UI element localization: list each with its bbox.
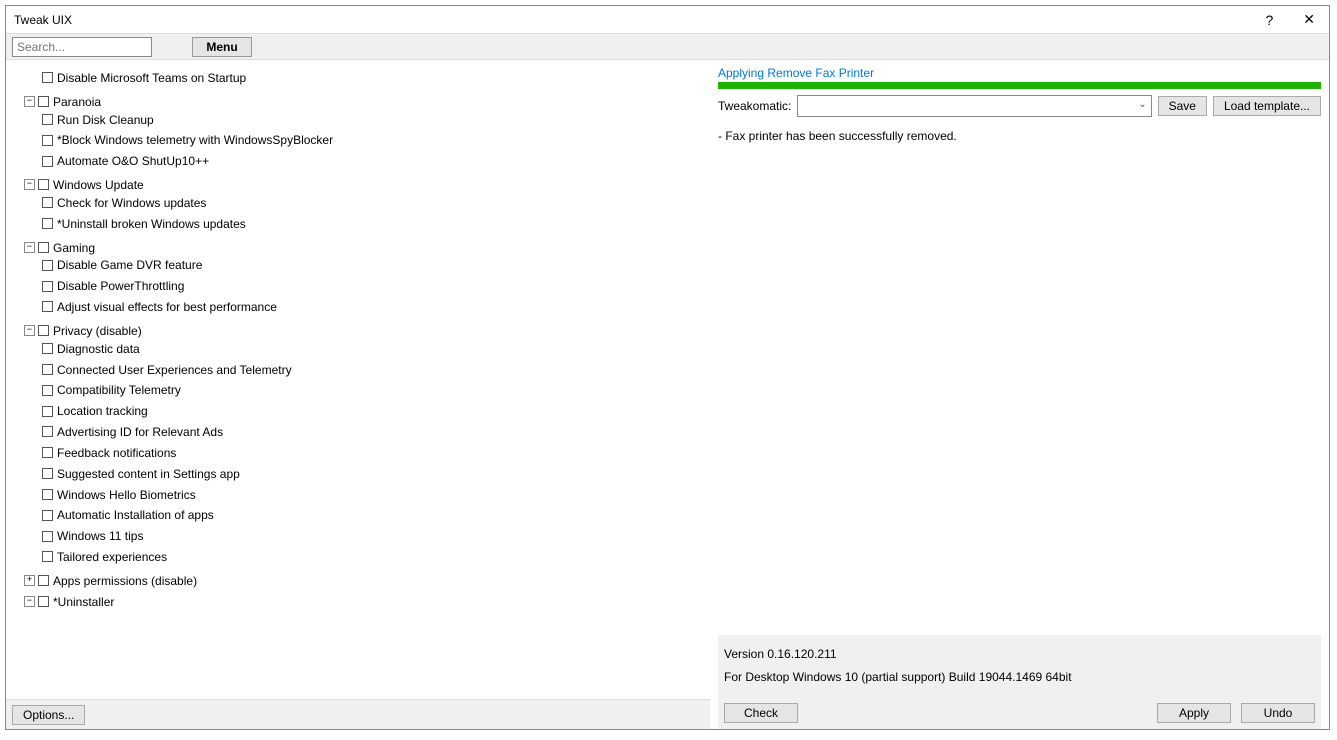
- tree-item[interactable]: Connected User Experiences and Telemetry: [57, 362, 292, 376]
- collapse-icon[interactable]: −: [24, 242, 35, 253]
- platform-line: For Desktop Windows 10 (partial support)…: [724, 666, 1315, 689]
- checkbox[interactable]: [42, 510, 53, 521]
- progress-bar: [718, 82, 1321, 89]
- collapse-icon[interactable]: −: [24, 179, 35, 190]
- titlebar: Tweak UIX ? ✕: [6, 6, 1329, 34]
- collapse-icon[interactable]: −: [24, 596, 35, 607]
- tree-item[interactable]: Feedback notifications: [57, 446, 176, 460]
- options-button[interactable]: Options...: [12, 705, 85, 725]
- log-line: - Fax printer has been successfully remo…: [718, 129, 1321, 143]
- left-pane: Disable Microsoft Teams on Startup − Para…: [6, 60, 710, 729]
- checkbox[interactable]: [42, 343, 53, 354]
- tree-group-paranoia[interactable]: Paranoia: [53, 95, 101, 109]
- checkbox[interactable]: [42, 426, 53, 437]
- app-window: Tweak UIX ? ✕ Menu Disable Microsoft Tea…: [5, 5, 1330, 730]
- left-footer: Options...: [6, 699, 710, 729]
- tree-item[interactable]: Disable Game DVR feature: [57, 258, 202, 272]
- checkbox[interactable]: [42, 364, 53, 375]
- checkbox[interactable]: [42, 385, 53, 396]
- tree-item[interactable]: *Uninstall broken Windows updates: [57, 217, 246, 231]
- checkbox[interactable]: [42, 301, 53, 312]
- checkbox[interactable]: [38, 242, 49, 253]
- checkbox[interactable]: [42, 468, 53, 479]
- checkbox[interactable]: [42, 260, 53, 271]
- tree-group-apps-permissions[interactable]: Apps permissions (disable): [53, 574, 197, 588]
- help-icon[interactable]: ?: [1259, 10, 1279, 30]
- tree-group-uninstaller[interactable]: *Uninstaller: [53, 595, 114, 609]
- tree-item[interactable]: Automatic Installation of apps: [57, 508, 214, 522]
- tree-item[interactable]: Tailored experiences: [57, 550, 167, 564]
- load-template-button[interactable]: Load template...: [1213, 96, 1321, 116]
- tree-group-gaming[interactable]: Gaming: [53, 240, 95, 254]
- tree-item[interactable]: Windows 11 tips: [57, 529, 143, 543]
- undo-button[interactable]: Undo: [1241, 703, 1315, 723]
- tree-item[interactable]: Location tracking: [57, 404, 148, 418]
- checkbox[interactable]: [42, 281, 53, 292]
- right-pane: Applying Remove Fax Printer Tweakomatic:…: [710, 60, 1329, 729]
- status-label: Applying Remove Fax Printer: [718, 64, 1321, 82]
- collapse-icon[interactable]: −: [24, 325, 35, 336]
- checkbox[interactable]: [42, 114, 53, 125]
- content-area: Disable Microsoft Teams on Startup − Para…: [6, 60, 1329, 729]
- checkbox[interactable]: [38, 96, 49, 107]
- checkbox[interactable]: [42, 156, 53, 167]
- checkbox[interactable]: [42, 489, 53, 500]
- checkbox[interactable]: [42, 197, 53, 208]
- version-line: Version 0.16.120.211: [724, 643, 1315, 666]
- tweakomatic-label: Tweakomatic:: [718, 99, 791, 113]
- tree-item[interactable]: Run Disk Cleanup: [57, 112, 154, 126]
- tree-item[interactable]: Advertising ID for Relevant Ads: [57, 425, 223, 439]
- tree-group-privacy[interactable]: Privacy (disable): [53, 324, 142, 338]
- tree-item[interactable]: Automate O&O ShutUp10++: [57, 154, 209, 168]
- tree-group-windows-update[interactable]: Windows Update: [53, 178, 144, 192]
- checkbox[interactable]: [42, 551, 53, 562]
- tree-item[interactable]: Check for Windows updates: [57, 196, 206, 210]
- window-controls: ? ✕: [1259, 9, 1321, 30]
- version-box: Version 0.16.120.211 For Desktop Windows…: [718, 635, 1321, 697]
- checkbox[interactable]: [42, 447, 53, 458]
- right-footer: Check Apply Undo: [718, 697, 1321, 729]
- search-input[interactable]: [12, 37, 152, 57]
- checkbox[interactable]: [42, 531, 53, 542]
- checkbox[interactable]: [38, 596, 49, 607]
- log-area: - Fax printer has been successfully remo…: [718, 125, 1321, 635]
- toolbar: Menu: [6, 34, 1329, 60]
- menu-button[interactable]: Menu: [192, 37, 252, 57]
- close-icon[interactable]: ✕: [1297, 9, 1321, 30]
- checkbox[interactable]: [38, 325, 49, 336]
- collapse-icon[interactable]: −: [24, 96, 35, 107]
- window-title: Tweak UIX: [14, 13, 72, 27]
- expand-icon[interactable]: +: [24, 575, 35, 586]
- tree-item[interactable]: Diagnostic data: [57, 342, 140, 356]
- tree-view[interactable]: Disable Microsoft Teams on Startup − Para…: [6, 60, 710, 699]
- apply-button[interactable]: Apply: [1157, 703, 1231, 723]
- tweakomatic-select[interactable]: ⌄: [797, 95, 1151, 117]
- tree-item[interactable]: Suggested content in Settings app: [57, 467, 240, 481]
- tree-item[interactable]: Compatibility Telemetry: [57, 383, 181, 397]
- checkbox[interactable]: [42, 72, 53, 83]
- checkbox[interactable]: [42, 218, 53, 229]
- save-button[interactable]: Save: [1158, 96, 1207, 116]
- check-button[interactable]: Check: [724, 703, 798, 723]
- tree-item[interactable]: *Block Windows telemetry with WindowsSpy…: [57, 133, 333, 147]
- tree-item[interactable]: Disable PowerThrottling: [57, 279, 184, 293]
- tree-item[interactable]: Adjust visual effects for best performan…: [57, 300, 277, 314]
- chevron-down-icon: ⌄: [1138, 99, 1146, 110]
- checkbox[interactable]: [38, 179, 49, 190]
- checkbox[interactable]: [42, 406, 53, 417]
- checkbox[interactable]: [42, 135, 53, 146]
- tree-item-disable-teams[interactable]: Disable Microsoft Teams on Startup: [57, 71, 246, 85]
- tweakomatic-row: Tweakomatic: ⌄ Save Load template...: [718, 95, 1321, 117]
- checkbox[interactable]: [38, 575, 49, 586]
- tree-item[interactable]: Windows Hello Biometrics: [57, 487, 196, 501]
